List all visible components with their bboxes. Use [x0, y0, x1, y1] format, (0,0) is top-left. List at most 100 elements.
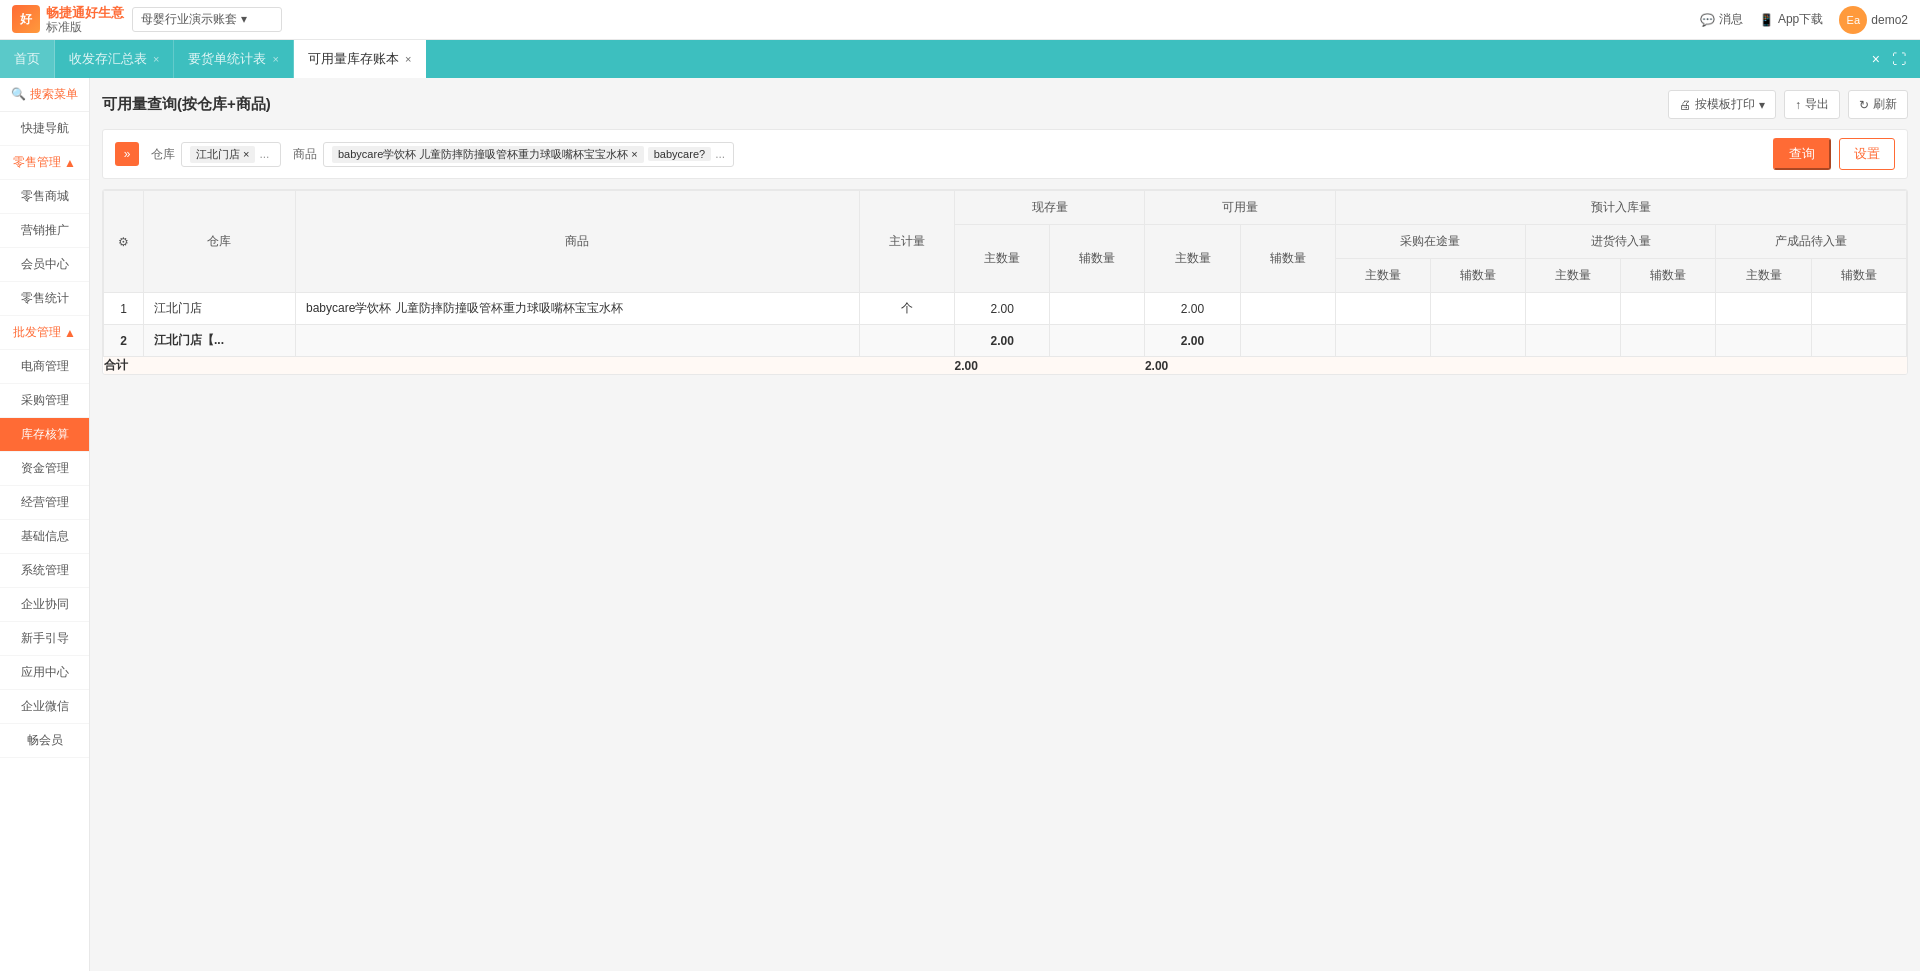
sidebar-quick-nav-label: 快捷导航: [21, 121, 69, 135]
sidebar-purchase-label: 采购管理: [21, 393, 69, 407]
sidebar-inventory-label: 库存核算: [21, 427, 69, 441]
goods-tag-1-close[interactable]: ×: [631, 148, 637, 160]
close-all-tabs-button[interactable]: ×: [1866, 47, 1886, 71]
sidebar-item-new-guide[interactable]: 新手引导: [0, 622, 89, 656]
goods-tag-1-value: babycare学饮杯 儿童防摔防撞吸管杯重力球吸嘴杯宝宝水杯: [338, 147, 628, 162]
th-incoming: 进货待入量: [1526, 225, 1716, 259]
tab-available-stock[interactable]: 可用量库存账本 ×: [294, 40, 426, 78]
tab-home[interactable]: 首页: [0, 40, 55, 78]
td-stock-main-2: 2.00: [955, 325, 1050, 357]
td-purchase-main: [1335, 293, 1430, 325]
sidebar-item-purchase[interactable]: 采购管理: [0, 384, 89, 418]
table-row: 1 江北门店 babycare学饮杯 儿童防摔防撞吸管杯重力球吸嘴杯宝宝水杯 个…: [104, 293, 1907, 325]
sidebar-item-enterprise-collab[interactable]: 企业协同: [0, 588, 89, 622]
logo-sub-text: 标准版: [46, 20, 124, 34]
sidebar-item-retail-stats[interactable]: 零售统计: [0, 282, 89, 316]
industry-select[interactable]: 母婴行业演示账套 ▾: [132, 7, 282, 32]
tab-home-label: 首页: [14, 50, 40, 68]
sidebar-item-inventory[interactable]: 库存核算: [0, 418, 89, 452]
goods-filter-input[interactable]: babycare学饮杯 儿童防摔防撞吸管杯重力球吸嘴杯宝宝水杯 × babyca…: [323, 142, 734, 167]
query-button[interactable]: 查询: [1773, 138, 1831, 170]
nav-tabs: 首页 收发存汇总表 × 要货单统计表 × 可用量库存账本 × × ⛶: [0, 40, 1920, 78]
warehouse-filter-input[interactable]: 江北门店 × ...: [181, 142, 281, 167]
td-index-2: 2: [104, 325, 144, 357]
td-incoming-main-2: [1526, 325, 1621, 357]
footer-production-aux: [1811, 357, 1906, 375]
td-avail-main-2: 2.00: [1145, 325, 1240, 357]
print-button[interactable]: 🖨 按模板打印 ▾: [1668, 90, 1776, 119]
th-settings: ⚙: [104, 191, 144, 293]
message-icon: 💬: [1700, 13, 1715, 27]
export-label: 导出: [1805, 96, 1829, 113]
logo-text: 畅捷通好生意 标准版: [46, 5, 124, 35]
sidebar-retail-mall-label: 零售商城: [21, 189, 69, 203]
sidebar-enterprise-label: 企业协同: [21, 597, 69, 611]
tab-close-icon[interactable]: ×: [153, 53, 159, 65]
settings-button[interactable]: 设置: [1839, 138, 1895, 170]
table-container: ⚙ 仓库 商品 主计量 现存量 可用量 预计入库量 主数量 辅数量 主数量: [102, 189, 1908, 375]
nav-tab-actions: × ⛶: [1858, 40, 1920, 78]
sidebar-search[interactable]: 🔍 搜索菜单: [0, 78, 89, 112]
sidebar-item-retail-mgmt[interactable]: 零售管理 ▲: [0, 146, 89, 180]
td-production-aux: [1811, 293, 1906, 325]
sidebar-item-finance[interactable]: 资金管理: [0, 452, 89, 486]
chevron-down-icon: ▾: [241, 12, 247, 26]
message-label: 消息: [1719, 11, 1743, 28]
sidebar-item-wholesale-mgmt[interactable]: 批发管理 ▲: [0, 316, 89, 350]
td-avail-aux-2: [1240, 325, 1335, 357]
td-goods-2: [295, 325, 859, 357]
tab-close-icon[interactable]: ×: [405, 53, 411, 65]
filter-actions: 查询 设置: [1773, 138, 1895, 170]
tab-order-label: 要货单统计表: [188, 50, 266, 68]
th-available: 可用量: [1145, 191, 1335, 225]
sidebar-item-member[interactable]: 畅会员: [0, 724, 89, 758]
tab-purchase-summary[interactable]: 收发存汇总表 ×: [55, 40, 174, 78]
td-warehouse-2: 江北门店【...: [144, 325, 296, 357]
tab-close-icon[interactable]: ×: [272, 53, 278, 65]
sidebar-item-member-center[interactable]: 会员中心: [0, 248, 89, 282]
sidebar-item-marketing[interactable]: 营销推广: [0, 214, 89, 248]
sidebar-basic-info-label: 基础信息: [21, 529, 69, 543]
sidebar-item-retail-mall[interactable]: 零售商城: [0, 180, 89, 214]
sidebar-ecommerce-label: 电商管理: [21, 359, 69, 373]
td-production-aux-2: [1811, 325, 1906, 357]
tab-order-stats[interactable]: 要货单统计表 ×: [174, 40, 293, 78]
logo-area: 好 畅捷通好生意 标准版: [12, 5, 124, 35]
sidebar-search-label: 搜索菜单: [30, 87, 78, 101]
td-purchase-main-2: [1335, 325, 1430, 357]
sidebar-item-enterprise-wechat[interactable]: 企业微信: [0, 690, 89, 724]
filter-expand-button[interactable]: »: [115, 142, 139, 166]
td-production-main-2: [1716, 325, 1811, 357]
user-profile[interactable]: Ea demo2: [1839, 6, 1908, 34]
sidebar-item-operations[interactable]: 经营管理: [0, 486, 89, 520]
refresh-icon: ↻: [1859, 98, 1869, 112]
td-incoming-aux-2: [1621, 325, 1716, 357]
footer-production-main: [1716, 357, 1811, 375]
th-warehouse: 仓库: [144, 191, 296, 293]
sidebar-item-quick-nav[interactable]: 快捷导航: [0, 112, 89, 146]
sidebar-item-ecommerce[interactable]: 电商管理: [0, 350, 89, 384]
warehouse-tag-close[interactable]: ×: [243, 148, 249, 160]
app-download-button[interactable]: 📱 App下载: [1759, 11, 1823, 28]
th-goods: 商品: [295, 191, 859, 293]
export-button[interactable]: ↑ 导出: [1784, 90, 1840, 119]
th-forecast: 预计入库量: [1335, 191, 1906, 225]
refresh-button[interactable]: ↻ 刷新: [1848, 90, 1908, 119]
sidebar-item-basic-info[interactable]: 基础信息: [0, 520, 89, 554]
warehouse-filter-label: 仓库: [151, 146, 175, 163]
message-button[interactable]: 💬 消息: [1700, 11, 1743, 28]
logo-icon: 好: [12, 5, 40, 33]
footer-incoming-main: [1526, 357, 1621, 375]
fullscreen-button[interactable]: ⛶: [1886, 47, 1912, 71]
page-actions: 🖨 按模板打印 ▾ ↑ 导出 ↻ 刷新: [1668, 90, 1908, 119]
sidebar-item-app-center[interactable]: 应用中心: [0, 656, 89, 690]
th-purchase-main: 主数量: [1335, 259, 1430, 293]
sidebar-item-system[interactable]: 系统管理: [0, 554, 89, 588]
th-purchase-aux: 辅数量: [1430, 259, 1525, 293]
td-unit-2: [859, 325, 954, 357]
footer-avail-aux: [1240, 357, 1335, 375]
sidebar-member-label: 会员中心: [21, 257, 69, 271]
th-avail-aux: 辅数量: [1240, 225, 1335, 293]
sidebar-marketing-label: 营销推广: [21, 223, 69, 237]
sidebar-wholesale-label: 批发管理: [13, 324, 61, 341]
